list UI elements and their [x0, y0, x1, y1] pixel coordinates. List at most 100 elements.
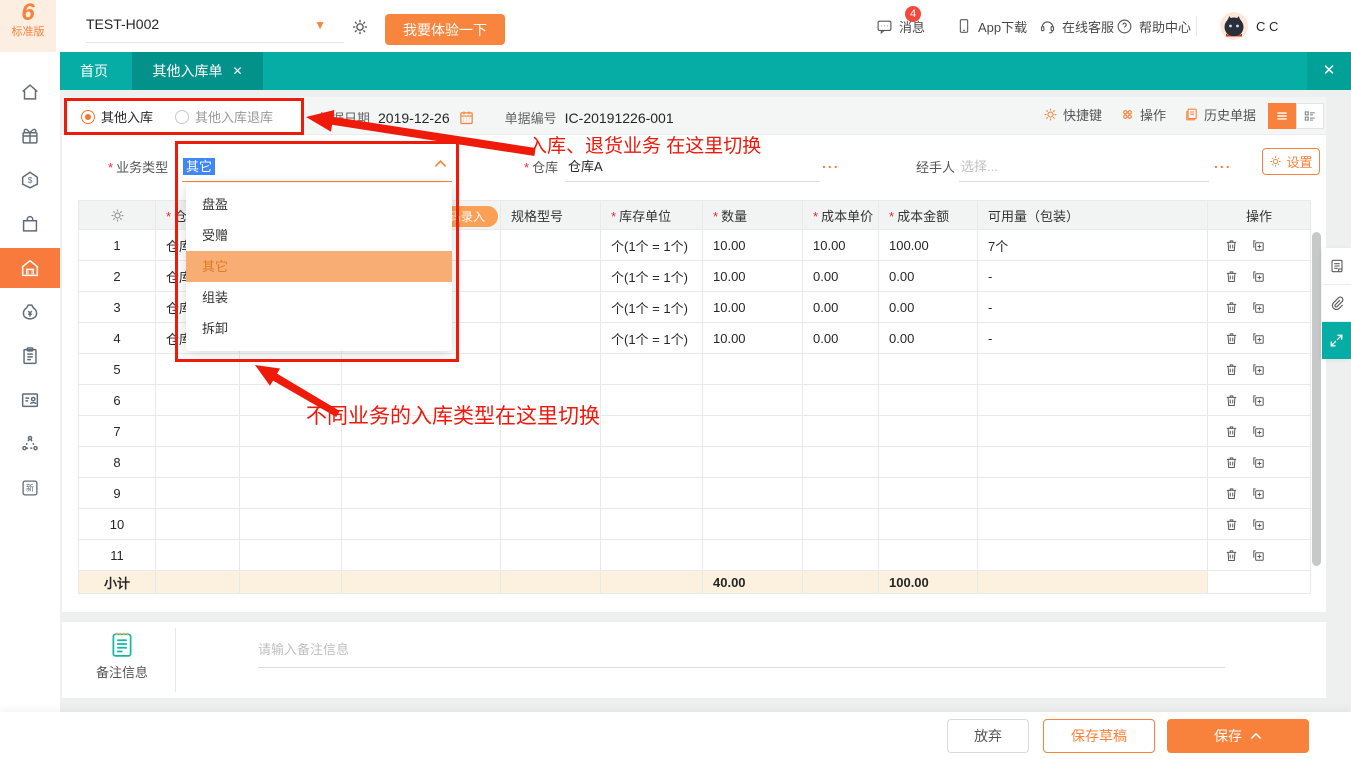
- table-cell-unit[interactable]: 个(1个 = 1个): [600, 260, 703, 292]
- table-cell-price[interactable]: [802, 477, 879, 509]
- table-cell-price[interactable]: [802, 384, 879, 416]
- table-cell-col4[interactable]: [500, 291, 601, 323]
- copy-add-icon[interactable]: [1251, 238, 1266, 253]
- table-cell-unit[interactable]: 个(1个 = 1个): [600, 291, 703, 323]
- table-cell-col4[interactable]: [500, 322, 601, 354]
- table-cell-col3[interactable]: [341, 446, 501, 478]
- table-cell-price[interactable]: 0.00: [802, 291, 879, 323]
- dropdown-option[interactable]: 盘盈: [186, 189, 452, 220]
- trash-icon[interactable]: [1224, 269, 1239, 284]
- table-cell-avail[interactable]: [977, 539, 1208, 571]
- table-scrollbar[interactable]: [1312, 232, 1321, 566]
- biz-type-input[interactable]: 其它: [183, 156, 216, 175]
- table-cell-col4[interactable]: [500, 508, 601, 540]
- table-cell-amount[interactable]: 0.00: [878, 291, 978, 323]
- dropdown-option[interactable]: 其它: [186, 251, 452, 282]
- rail-attachment-button[interactable]: [1322, 285, 1351, 322]
- table-cell-col4[interactable]: [500, 353, 601, 385]
- table-cell-warehouse[interactable]: [155, 384, 240, 416]
- table-cell-amount[interactable]: 0.00: [878, 322, 978, 354]
- table-cell-col2[interactable]: [239, 477, 342, 509]
- table-cell-avail[interactable]: [977, 446, 1208, 478]
- table-cell-avail[interactable]: [977, 508, 1208, 540]
- table-cell-qty[interactable]: [702, 477, 803, 509]
- table-cell-col4[interactable]: [500, 477, 601, 509]
- dropdown-option[interactable]: 组装: [186, 282, 452, 313]
- sidebar-item-purchase[interactable]: [0, 204, 60, 244]
- dropdown-option[interactable]: 拆卸: [186, 313, 452, 344]
- rail-note-button[interactable]: [1322, 248, 1351, 285]
- trash-icon[interactable]: [1224, 486, 1239, 501]
- table-cell-col3[interactable]: [341, 353, 501, 385]
- warehouse-more-button[interactable]: ...: [822, 155, 840, 171]
- settings-gear-icon[interactable]: [351, 18, 369, 36]
- discard-button[interactable]: 放弃: [947, 719, 1029, 753]
- sidebar-item-home[interactable]: [0, 72, 60, 112]
- sidebar-item-documents[interactable]: [0, 336, 60, 376]
- table-cell-qty[interactable]: 10.00: [702, 260, 803, 292]
- table-cell-unit[interactable]: [600, 477, 703, 509]
- table-cell-warehouse[interactable]: [155, 539, 240, 571]
- table-cell-col4[interactable]: [500, 446, 601, 478]
- trash-icon[interactable]: [1224, 455, 1239, 470]
- table-cell-price[interactable]: [802, 415, 879, 447]
- list-view-button[interactable]: [1268, 103, 1296, 129]
- table-cell-price[interactable]: [802, 539, 879, 571]
- table-cell-col2[interactable]: [239, 539, 342, 571]
- table-cell-price[interactable]: [802, 508, 879, 540]
- table-cell-unit[interactable]: [600, 446, 703, 478]
- table-cell-col4[interactable]: [500, 229, 601, 261]
- copy-add-icon[interactable]: [1251, 300, 1266, 315]
- settings-button[interactable]: 设置: [1262, 148, 1320, 175]
- close-all-icon[interactable]: ✕: [1307, 52, 1351, 90]
- table-cell-warehouse[interactable]: [155, 508, 240, 540]
- table-cell-qty[interactable]: [702, 353, 803, 385]
- history-button[interactable]: 历史单据: [1184, 105, 1256, 124]
- nav-help-center[interactable]: 帮助中心: [1116, 0, 1191, 52]
- table-cell-unit[interactable]: [600, 353, 703, 385]
- copy-add-icon[interactable]: [1251, 331, 1266, 346]
- rail-expand-button[interactable]: [1322, 322, 1351, 359]
- nav-online-service[interactable]: 在线客服: [1039, 0, 1114, 52]
- table-cell-price[interactable]: [802, 353, 879, 385]
- copy-add-icon[interactable]: [1251, 486, 1266, 501]
- handler-input[interactable]: 选择...: [961, 156, 998, 175]
- date-value[interactable]: 2019-12-26: [378, 110, 450, 126]
- table-cell-avail[interactable]: [977, 384, 1208, 416]
- table-cell-unit[interactable]: [600, 539, 703, 571]
- copy-add-icon[interactable]: [1251, 362, 1266, 377]
- table-cell-qty[interactable]: [702, 539, 803, 571]
- table-cell-amount[interactable]: [878, 477, 978, 509]
- save-draft-button[interactable]: 保存草稿: [1043, 719, 1155, 753]
- table-cell-avail[interactable]: -: [977, 322, 1208, 354]
- copy-add-icon[interactable]: [1251, 517, 1266, 532]
- table-cell-price[interactable]: 10.00: [802, 229, 879, 261]
- table-cell-avail[interactable]: -: [977, 260, 1208, 292]
- table-cell-warehouse[interactable]: [155, 446, 240, 478]
- table-cell-avail[interactable]: [977, 477, 1208, 509]
- operate-button[interactable]: 操作: [1120, 105, 1166, 124]
- table-cell-col2[interactable]: [239, 508, 342, 540]
- table-cell-qty[interactable]: [702, 384, 803, 416]
- table-cell-col3[interactable]: [341, 477, 501, 509]
- chevron-up-icon[interactable]: [434, 159, 447, 168]
- copy-add-icon[interactable]: [1251, 548, 1266, 563]
- account-selector[interactable]: TEST-H002 ▼: [86, 16, 344, 43]
- dropdown-option[interactable]: 受赠: [186, 220, 452, 251]
- trash-icon[interactable]: [1224, 238, 1239, 253]
- warehouse-input[interactable]: 仓库A: [568, 156, 603, 175]
- sidebar-item-sales[interactable]: $: [0, 160, 60, 200]
- sidebar-item-funds[interactable]: [0, 292, 60, 332]
- calendar-icon[interactable]: [458, 109, 475, 126]
- table-cell-avail[interactable]: 7个: [977, 229, 1208, 261]
- copy-add-icon[interactable]: [1251, 269, 1266, 284]
- trash-icon[interactable]: [1224, 548, 1239, 563]
- sidebar-item-new[interactable]: 新: [0, 468, 60, 508]
- table-cell-amount[interactable]: [878, 539, 978, 571]
- table-cell-amount[interactable]: 100.00: [878, 229, 978, 261]
- table-cell-amount[interactable]: [878, 353, 978, 385]
- sidebar-item-gift[interactable]: [0, 116, 60, 156]
- radio-other-inbound-return[interactable]: 其他入库退库: [175, 107, 273, 126]
- table-cell-warehouse[interactable]: [155, 477, 240, 509]
- table-cell-col3[interactable]: [341, 539, 501, 571]
